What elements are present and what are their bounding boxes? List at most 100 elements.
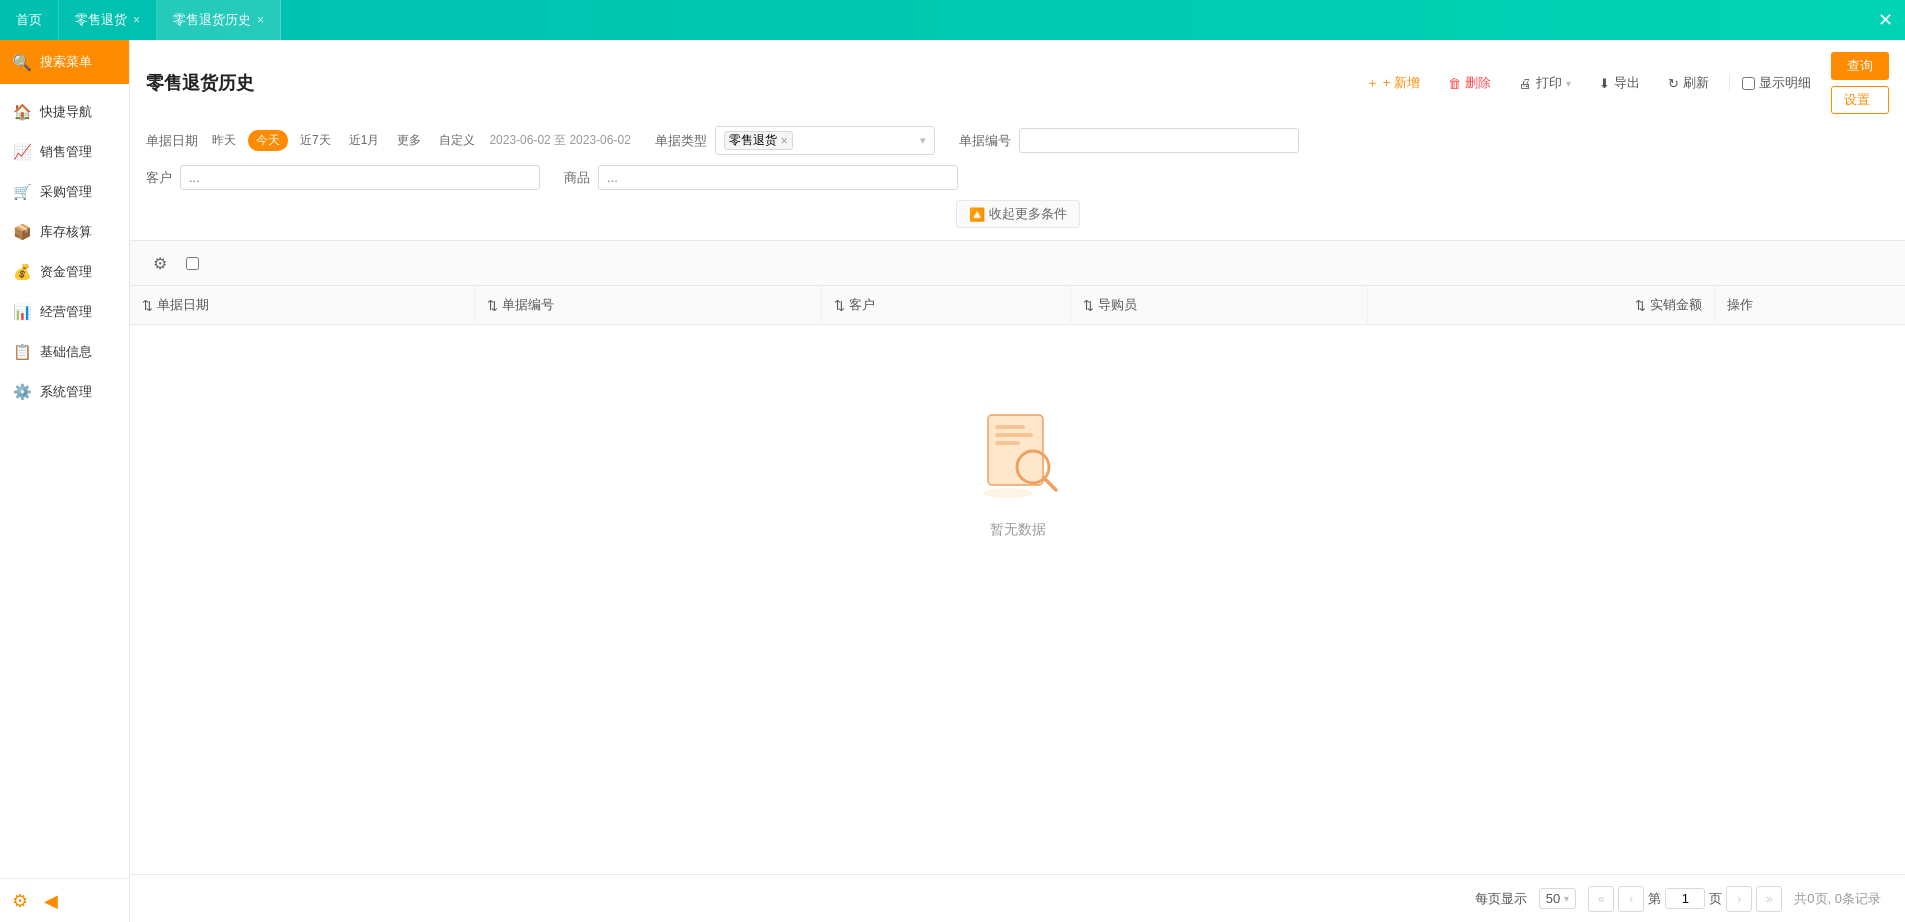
date-btn-7days[interactable]: 近7天 — [294, 130, 337, 151]
goods-filter-input[interactable] — [598, 165, 958, 190]
pagination-bar: 每页显示 50 ▾ « ‹ 第 页 › » — [130, 874, 1905, 922]
next-page-button[interactable]: › — [1726, 886, 1752, 912]
th-date: ⇅ 单据日期 — [130, 286, 475, 325]
svg-rect-1 — [995, 425, 1025, 429]
tab-retail-return-close[interactable]: × — [133, 13, 140, 27]
tab-retail-return-history-close[interactable]: × — [257, 13, 264, 27]
sidebar-item-label: 销售管理 — [40, 143, 92, 161]
refresh-icon: ↻ — [1668, 76, 1679, 91]
table-header: ⇅ 单据日期 ⇅ 单据编号 ⇅ — [130, 286, 1905, 325]
filter-date-item: 单据日期 昨天 今天 近7天 近1月 更多 自定义 2023-06-02 至 2… — [146, 130, 631, 151]
type-tag-close[interactable]: × — [781, 134, 788, 148]
window-close-button[interactable]: ✕ — [1865, 0, 1905, 40]
prev-page-button[interactable]: ‹ — [1618, 886, 1644, 912]
sidebar-item-operations[interactable]: 📊 经营管理 — [0, 292, 129, 332]
filter-row-1: 单据日期 昨天 今天 近7天 近1月 更多 自定义 2023-06-02 至 2… — [146, 126, 1889, 155]
page-size-dropdown-icon: ▾ — [1564, 893, 1569, 904]
date-btn-custom[interactable]: 自定义 — [433, 130, 481, 151]
new-button[interactable]: ＋ + 新增 — [1358, 70, 1428, 96]
tab-home-label: 首页 — [16, 11, 42, 29]
sidebar-search[interactable]: 🔍 搜索菜单 — [0, 40, 129, 84]
goods-filter-label: 商品 — [564, 169, 590, 187]
date-btn-yesterday[interactable]: 昨天 — [206, 130, 242, 151]
page-size-select[interactable]: 50 ▾ — [1539, 888, 1576, 909]
date-btn-1month[interactable]: 近1月 — [343, 130, 386, 151]
show-detail-checkbox[interactable] — [1742, 77, 1755, 90]
refresh-button[interactable]: ↻ 刷新 — [1660, 70, 1717, 96]
sidebar-item-system[interactable]: ⚙️ 系统管理 — [0, 372, 129, 412]
th-date-sort-icon[interactable]: ⇅ — [142, 298, 153, 313]
delete-label: 删除 — [1465, 74, 1491, 92]
sidebar-item-label: 经营管理 — [40, 303, 92, 321]
operations-icon: 📊 — [12, 302, 32, 322]
tab-home[interactable]: 首页 — [0, 0, 59, 40]
th-amount: ⇅ 实销金额 — [1368, 286, 1715, 325]
query-label: 查询 — [1847, 58, 1873, 73]
type-tag-label: 零售退货 — [729, 132, 777, 149]
page-number-input[interactable] — [1665, 888, 1705, 909]
data-table: ⇅ 单据日期 ⇅ 单据编号 ⇅ — [130, 286, 1905, 325]
date-btn-today[interactable]: 今天 — [248, 130, 288, 151]
sidebar-search-label: 搜索菜单 — [40, 53, 92, 71]
tab-retail-return-label: 零售退货 — [75, 11, 127, 29]
th-amount-label: 实销金额 — [1650, 296, 1702, 314]
th-action: 操作 — [1715, 286, 1905, 325]
type-dropdown-icon: ▾ — [920, 134, 926, 147]
th-customer-sort-icon[interactable]: ⇅ — [834, 298, 845, 313]
type-filter-label: 单据类型 — [655, 132, 707, 150]
th-voucher-sort-icon[interactable]: ⇅ — [487, 298, 498, 313]
delete-button[interactable]: 🗑 删除 — [1440, 70, 1499, 96]
tab-retail-return-history[interactable]: 零售退货历史 × — [157, 0, 281, 40]
sidebar-item-inventory[interactable]: 📦 库存核算 — [0, 212, 129, 252]
title-toolbar-row: 零售退货历史 ＋ + 新增 🗑 删除 🖨 打印 ▾ — [146, 52, 1889, 114]
sidebar-item-quick-nav[interactable]: 🏠 快捷导航 — [0, 92, 129, 132]
empty-state: 暂无数据 — [130, 325, 1905, 619]
last-page-button[interactable]: » — [1756, 886, 1782, 912]
sidebar-item-label: 库存核算 — [40, 223, 92, 241]
close-icon: ✕ — [1878, 9, 1893, 31]
filter-customer-item: 客户 — [146, 165, 540, 190]
collapse-filter-label: 收起更多条件 — [989, 205, 1067, 223]
first-page-button[interactable]: « — [1588, 886, 1614, 912]
customer-filter-input[interactable] — [180, 165, 540, 190]
show-detail-checkbox-label[interactable]: 显示明细 — [1742, 74, 1811, 92]
sidebar-item-basic-info[interactable]: 📋 基础信息 — [0, 332, 129, 372]
filter-area: 单据日期 昨天 今天 近7天 近1月 更多 自定义 2023-06-02 至 2… — [146, 126, 1889, 240]
page-size-value: 50 — [1546, 891, 1560, 906]
th-voucher: ⇅ 单据编号 — [475, 286, 822, 325]
print-label: 打印 — [1536, 74, 1562, 92]
page-title: 零售退货历史 — [146, 71, 254, 95]
query-button[interactable]: 查询 — [1831, 52, 1889, 80]
collapse-sidebar-icon[interactable]: ◀ — [44, 890, 58, 912]
select-all-checkbox[interactable] — [186, 257, 199, 270]
table-settings-icon[interactable]: ⚙ — [146, 249, 174, 277]
th-amount-sort-icon[interactable]: ⇅ — [1635, 298, 1646, 313]
print-icon: 🖨 — [1519, 76, 1532, 91]
th-voucher-label: 单据编号 — [502, 296, 554, 314]
export-button[interactable]: ⬇ 导出 — [1591, 70, 1648, 96]
export-icon: ⬇ — [1599, 76, 1610, 91]
sidebar: 🔍 搜索菜单 🏠 快捷导航 📈 销售管理 🛒 采购管理 📦 库存核算 💰 — [0, 40, 130, 922]
delete-icon: 🗑 — [1448, 76, 1461, 91]
sidebar-items: 🏠 快捷导航 📈 销售管理 🛒 采购管理 📦 库存核算 💰 资金管理 📊 — [0, 84, 129, 878]
customer-filter-label: 客户 — [146, 169, 172, 187]
date-btn-more[interactable]: 更多 — [391, 130, 427, 151]
collapse-filter-button[interactable]: 🔼 收起更多条件 — [956, 200, 1080, 228]
svg-rect-3 — [995, 441, 1020, 445]
sidebar-item-sales[interactable]: 📈 销售管理 — [0, 132, 129, 172]
show-detail-label: 显示明细 — [1759, 74, 1811, 92]
voucher-filter-input[interactable] — [1019, 128, 1299, 153]
sidebar-item-finance[interactable]: 💰 资金管理 — [0, 252, 129, 292]
purchase-icon: 🛒 — [12, 182, 32, 202]
th-guide-sort-icon[interactable]: ⇅ — [1083, 298, 1094, 313]
export-label: 导出 — [1614, 74, 1640, 92]
setting-button[interactable]: 设置 — [1831, 86, 1889, 114]
print-button[interactable]: 🖨 打印 ▾ — [1511, 70, 1579, 96]
type-filter-select[interactable]: 零售退货 × ▾ — [715, 126, 935, 155]
tab-retail-return[interactable]: 零售退货 × — [59, 0, 157, 40]
sidebar-item-purchase[interactable]: 🛒 采购管理 — [0, 172, 129, 212]
plus-icon: ＋ — [1366, 74, 1379, 92]
finance-icon: 💰 — [12, 262, 32, 282]
settings-gear-icon[interactable]: ⚙ — [12, 890, 28, 912]
voucher-filter-label: 单据编号 — [959, 132, 1011, 150]
